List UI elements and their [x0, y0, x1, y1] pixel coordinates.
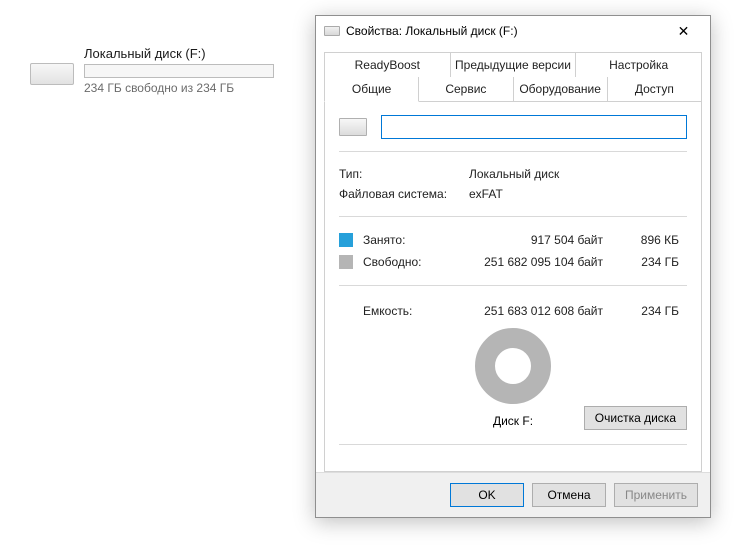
drive-icon — [324, 26, 340, 36]
drive-icon — [339, 118, 367, 136]
close-button[interactable]: ✕ — [661, 17, 706, 45]
capacity-row: Емкость: 251 683 012 608 байт 234 ГБ — [339, 298, 687, 322]
filesystem-value: exFAT — [469, 187, 687, 201]
apply-button[interactable]: Применить — [614, 483, 698, 507]
divider — [339, 285, 687, 286]
tab-previous-versions[interactable]: Предыдущие версии — [451, 52, 577, 77]
used-bytes: 917 504 байт — [469, 233, 619, 247]
tab-general[interactable]: Общие — [324, 77, 419, 102]
volume-label-input[interactable] — [381, 115, 687, 139]
capacity-human: 234 ГБ — [619, 304, 679, 318]
disk-cleanup-button[interactable]: Очистка диска — [584, 406, 687, 430]
used-swatch — [339, 233, 353, 247]
dialog-button-row: OK Отмена Применить — [316, 472, 710, 517]
titlebar[interactable]: Свойства: Локальный диск (F:) ✕ — [316, 16, 710, 46]
dialog-title: Свойства: Локальный диск (F:) — [346, 24, 661, 38]
usage-pie-chart — [475, 328, 551, 404]
tab-customize[interactable]: Настройка — [576, 52, 702, 77]
tab-readyboost[interactable]: ReadyBoost — [324, 52, 451, 77]
drive-usage-bar — [84, 64, 274, 78]
free-row: Свободно: 251 682 095 104 байт 234 ГБ — [339, 251, 687, 273]
drive-text: Локальный диск (F:) 234 ГБ свободно из 2… — [84, 46, 274, 95]
close-icon: ✕ — [678, 23, 690, 40]
explorer-drive-item[interactable]: Локальный диск (F:) 234 ГБ свободно из 2… — [30, 46, 274, 95]
divider — [339, 151, 687, 152]
type-value: Локальный диск — [469, 167, 687, 181]
pie-label: Диск F: — [493, 414, 533, 428]
free-human: 234 ГБ — [619, 255, 679, 269]
used-label: Занято: — [363, 233, 469, 247]
free-bytes: 251 682 095 104 байт — [469, 255, 619, 269]
tab-sharing[interactable]: Доступ — [608, 77, 702, 102]
drive-free-text: 234 ГБ свободно из 234 ГБ — [84, 81, 274, 95]
filesystem-label: Файловая система: — [339, 187, 469, 201]
tab-panel-general: Тип: Локальный диск Файловая система: ex… — [324, 101, 702, 472]
used-human: 896 КБ — [619, 233, 679, 247]
tab-hardware[interactable]: Оборудование — [514, 77, 608, 102]
drive-label: Локальный диск (F:) — [84, 46, 274, 61]
properties-dialog: Свойства: Локальный диск (F:) ✕ ReadyBoo… — [315, 15, 711, 518]
ok-button[interactable]: OK — [450, 483, 524, 507]
free-swatch — [339, 255, 353, 269]
tab-tools[interactable]: Сервис — [419, 77, 513, 102]
tabs: ReadyBoost Предыдущие версии Настройка О… — [316, 46, 710, 472]
capacity-bytes: 251 683 012 608 байт — [469, 304, 619, 318]
free-label: Свободно: — [363, 255, 469, 269]
cancel-button[interactable]: Отмена — [532, 483, 606, 507]
divider — [339, 216, 687, 217]
used-row: Занято: 917 504 байт 896 КБ — [339, 229, 687, 251]
drive-icon — [30, 57, 74, 85]
type-label: Тип: — [339, 167, 469, 181]
divider — [339, 444, 687, 445]
capacity-label: Емкость: — [363, 304, 469, 318]
